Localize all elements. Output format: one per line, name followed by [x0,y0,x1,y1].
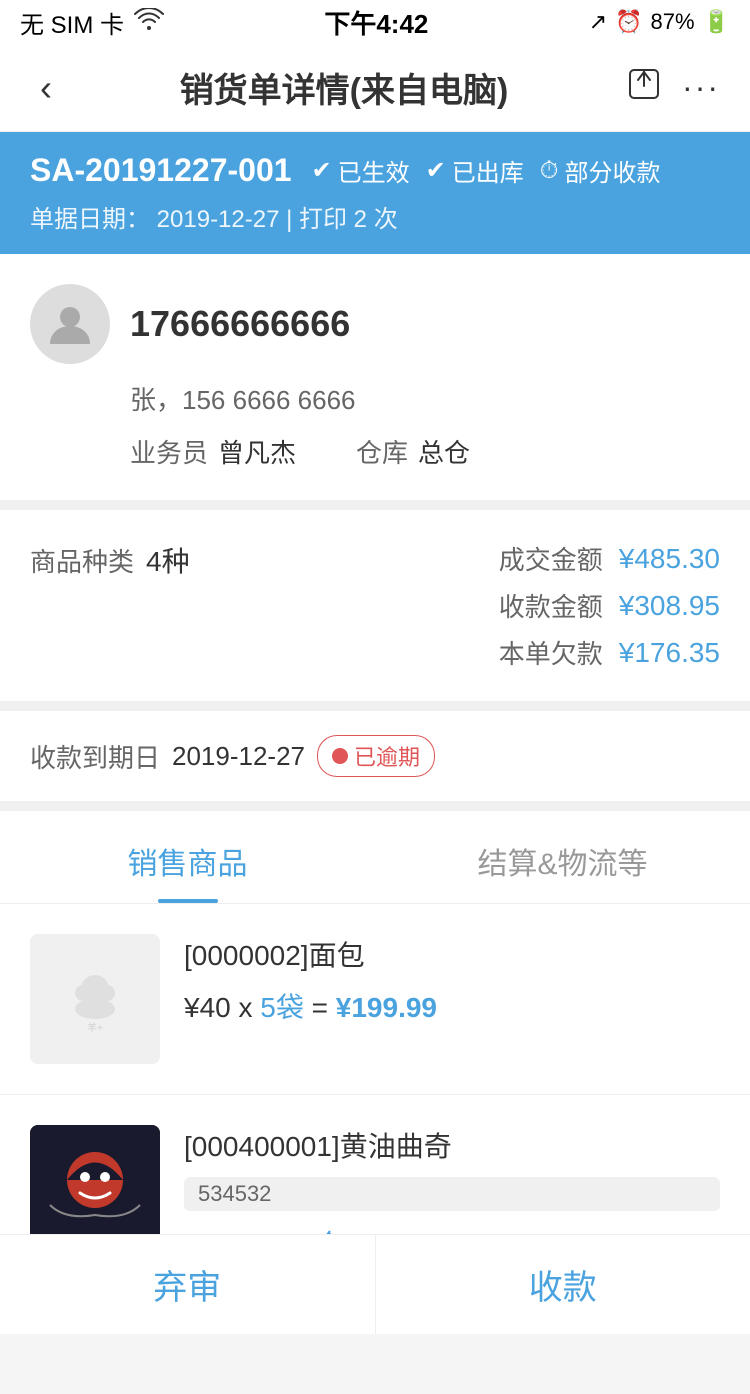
collected-amount-row: 收款金额 ¥308.95 [499,587,720,624]
share-icon[interactable] [626,66,662,110]
owed-label: 本单欠款 [499,634,603,671]
customer-name: 17666666666 [130,303,350,345]
overdue-label: 收款到期日 [30,738,160,775]
salesperson-value: 曾凡杰 [218,433,296,470]
list-item: 羊+ [0000002]面包 ¥40 x 5袋 = ¥199.99 [0,904,750,1095]
product-type-count: 4种 [146,540,190,580]
owed-amount-row: 本单欠款 ¥176.35 [499,634,720,671]
status-tags: ✔ 已生效 ✔ 已出库 ⏱ 部分收款 [312,153,661,188]
overdue-badge: 已逾期 [317,735,435,777]
salesperson-label: 业务员 [130,433,208,470]
back-button[interactable]: ‹ [30,57,62,119]
tab-settlement-logistics[interactable]: 结算&物流等 [375,811,750,903]
overdue-dot-icon [332,748,348,764]
customer-contact: 张，156 6666 6666 [30,380,720,417]
product-type-item: 商品种类 4种 [30,540,375,580]
battery-text: 87% [651,9,695,35]
clock-icon: ⏱ [540,157,559,185]
carrier-text: 无 SIM 卡 [20,5,124,40]
location-icon: ↗ [589,9,607,35]
status-activated: ✔ 已生效 [312,153,410,188]
customer-meta: 业务员 曾凡杰 仓库 总仓 [30,433,720,470]
product-qty-1: 5袋 [260,992,304,1023]
product-name-2: [000400001]黄油曲奇 [184,1125,720,1165]
product-price-1: ¥40 x 5袋 = ¥199.99 [184,986,720,1026]
product-name-1: [0000002]面包 [184,934,720,974]
product-thumbnail-1: 羊+ [30,934,160,1064]
wifi-icon [134,8,164,37]
warehouse-item: 仓库 总仓 [356,433,470,470]
alarm-icon: ⏰ [615,9,642,35]
status-shipped: ✔ 已出库 [426,153,524,188]
product-total-1: ¥199.99 [336,992,437,1023]
avatar [30,284,110,364]
product-sku-2: 534532 [184,1177,720,1211]
battery-icon: 🔋 [703,9,730,35]
customer-top: 17666666666 [30,284,720,364]
nav-bar: ‹ 销货单详情(来自电脑) ··· [0,44,750,132]
banner-top: SA-20191227-001 ✔ 已生效 ✔ 已出库 ⏱ 部分收款 [30,152,720,189]
warehouse-label: 仓库 [356,433,408,470]
more-icon[interactable]: ··· [682,69,720,106]
page-title: 销货单详情(来自电脑) [62,63,626,112]
order-banner: SA-20191227-001 ✔ 已生效 ✔ 已出库 ⏱ 部分收款 单据日期：… [0,132,750,254]
tab-bar: 销售商品 结算&物流等 [0,811,750,904]
banner-sub: 单据日期： 2019-12-27 | 打印 2 次 [30,199,720,234]
deal-amount-value: ¥485.30 [619,543,720,575]
summary-right: 成交金额 ¥485.30 收款金额 ¥308.95 本单欠款 ¥176.35 [375,540,720,671]
salesperson-item: 业务员 曾凡杰 [130,433,296,470]
status-bar: 无 SIM 卡 下午4:42 ↗ ⏰ 87% 🔋 [0,0,750,44]
deal-amount-label: 成交金额 [499,540,603,577]
customer-section: 17666666666 张，156 6666 6666 业务员 曾凡杰 仓库 总… [0,254,750,510]
status-right: ↗ ⏰ 87% 🔋 [589,9,730,35]
warehouse-value: 总仓 [418,433,470,470]
tab-sales-products[interactable]: 销售商品 [0,811,375,903]
overdue-section: 收款到期日 2019-12-27 已逾期 [0,711,750,811]
bottom-bar: 弃审 收款 [0,1234,750,1334]
order-id: SA-20191227-001 [30,152,292,189]
collected-value: ¥308.95 [619,590,720,622]
time-display: 下午4:42 [324,4,428,41]
check-icon-2: ✔ [426,156,446,185]
deal-amount-row: 成交金额 ¥485.30 [499,540,720,577]
collect-button[interactable]: 收款 [376,1235,750,1334]
overdue-date: 2019-12-27 [172,741,305,772]
product-type-label: 商品种类 [30,542,134,579]
summary-section: 商品种类 4种 成交金额 ¥485.30 收款金额 ¥308.95 本单欠款 ¥… [0,510,750,711]
summary-left: 商品种类 4种 [30,540,375,671]
svg-text:羊+: 羊+ [87,1021,103,1034]
status-left: 无 SIM 卡 [20,5,164,40]
status-partial: ⏱ 部分收款 [540,153,661,188]
product-info-1: [0000002]面包 ¥40 x 5袋 = ¥199.99 [184,934,720,1026]
owed-value: ¥176.35 [619,637,720,669]
collected-label: 收款金额 [499,587,603,624]
reject-button[interactable]: 弃审 [0,1235,376,1334]
nav-right: ··· [626,66,720,110]
check-icon-1: ✔ [312,156,332,185]
